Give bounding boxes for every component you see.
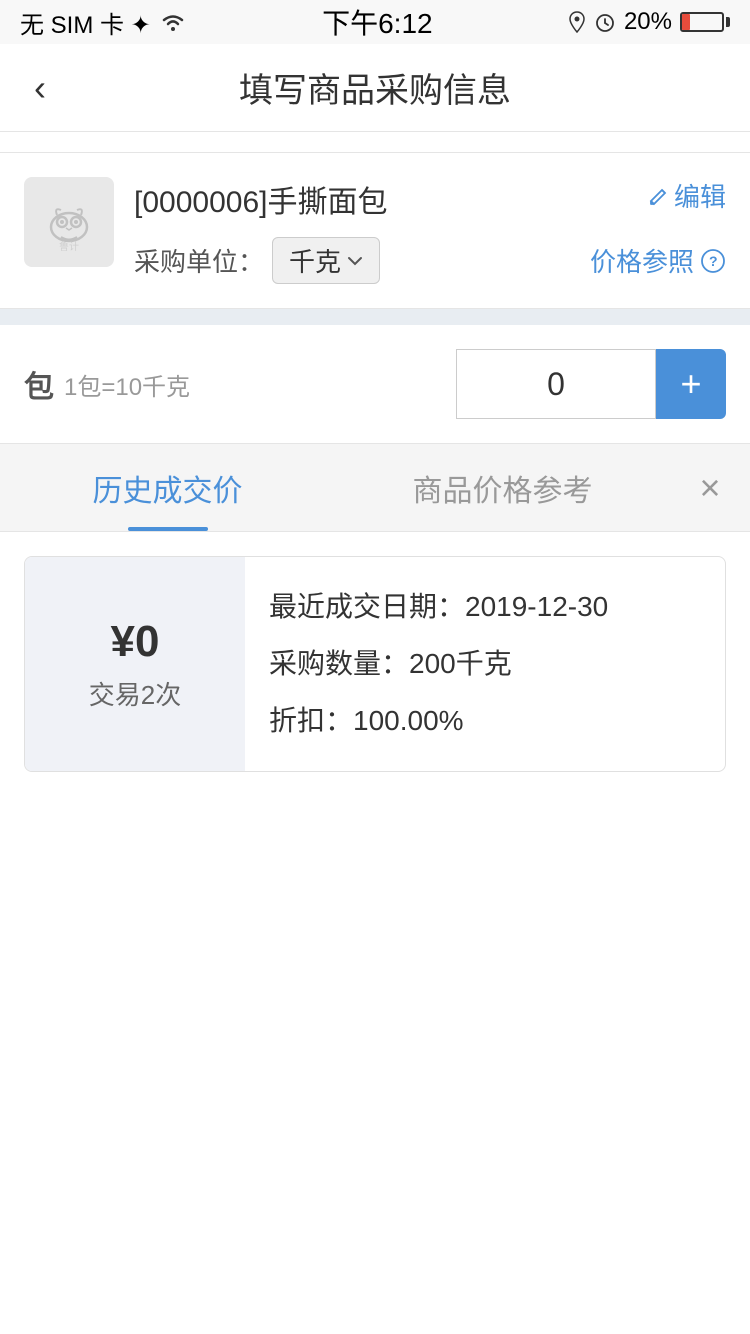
- tab-product-price-ref[interactable]: 商品价格参考: [335, 444, 670, 531]
- price-ref-button[interactable]: 价格参照 ?: [590, 242, 726, 279]
- unit-select[interactable]: 千克: [272, 237, 380, 284]
- help-icon: ?: [700, 248, 726, 274]
- quantity-plus-button[interactable]: +: [656, 349, 726, 419]
- wifi-icon: [159, 12, 187, 32]
- quantity-label: 包 1包=10千克: [24, 362, 190, 406]
- back-button[interactable]: ‹: [24, 57, 56, 119]
- edit-button[interactable]: 编辑: [648, 177, 726, 214]
- trade-detail-discount: 折扣：100.00%: [269, 699, 701, 744]
- location-icon: [568, 11, 586, 33]
- product-card: 鲁计 [0000006]手撕面包 编辑 采购单位：: [0, 152, 750, 309]
- unit-label: 采购单位： 千克: [134, 237, 380, 284]
- product-name: [0000006]手撕面包: [134, 177, 387, 221]
- status-time: 下午6:12: [322, 2, 433, 42]
- trade-card-right: 最近成交日期：2019-12-30 采购数量：200千克 折扣：100.00%: [245, 557, 725, 771]
- trade-count: 交易2次: [89, 675, 181, 712]
- status-right: 20%: [568, 8, 730, 36]
- product-image: 鲁计: [24, 177, 114, 267]
- product-logo-icon: 鲁计: [39, 192, 99, 252]
- trade-section: ¥0 交易2次 最近成交日期：2019-12-30 采购数量：200千克 折扣：…: [0, 532, 750, 796]
- tab-active-indicator: [128, 527, 208, 531]
- trade-detail-date: 最近成交日期：2019-12-30: [269, 585, 701, 630]
- quantity-row: 包 1包=10千克 +: [0, 325, 750, 444]
- tab-close-button[interactable]: ×: [670, 467, 750, 509]
- trade-card-left: ¥0 交易2次: [25, 557, 245, 771]
- nav-bar: ‹ 填写商品采购信息: [0, 44, 750, 132]
- status-bar: 无 SIM 卡 ✦ 下午6:12 20%: [0, 0, 750, 44]
- svg-text:?: ?: [709, 253, 718, 269]
- trade-detail-quantity: 采购数量：200千克: [269, 642, 701, 687]
- status-left: 无 SIM 卡 ✦: [20, 5, 187, 40]
- chevron-down-icon: [347, 256, 363, 266]
- alarm-icon: [594, 11, 616, 33]
- edit-icon: [648, 185, 670, 207]
- quantity-control: +: [456, 349, 726, 419]
- unit-badge: 包: [24, 362, 54, 406]
- tab-history-price[interactable]: 历史成交价: [0, 444, 335, 531]
- trade-price: ¥0: [111, 617, 160, 667]
- tabs-bar: 历史成交价 商品价格参考 ×: [0, 444, 750, 532]
- sim-label: 无 SIM 卡 ✦: [20, 5, 151, 40]
- unit-hint: 1包=10千克: [64, 367, 190, 402]
- tab-history-price-label: 历史成交价: [93, 466, 243, 510]
- section-separator: [0, 309, 750, 325]
- battery-percent: 20%: [624, 8, 672, 36]
- page-title: 填写商品采购信息: [239, 63, 511, 112]
- battery-indicator: [680, 12, 730, 32]
- product-info: [0000006]手撕面包 编辑 采购单位： 千克: [134, 177, 726, 284]
- tab-product-price-ref-label: 商品价格参考: [413, 466, 593, 510]
- quantity-input[interactable]: [456, 349, 656, 419]
- svg-text:鲁计: 鲁计: [59, 240, 79, 252]
- trade-card: ¥0 交易2次 最近成交日期：2019-12-30 采购数量：200千克 折扣：…: [24, 556, 726, 772]
